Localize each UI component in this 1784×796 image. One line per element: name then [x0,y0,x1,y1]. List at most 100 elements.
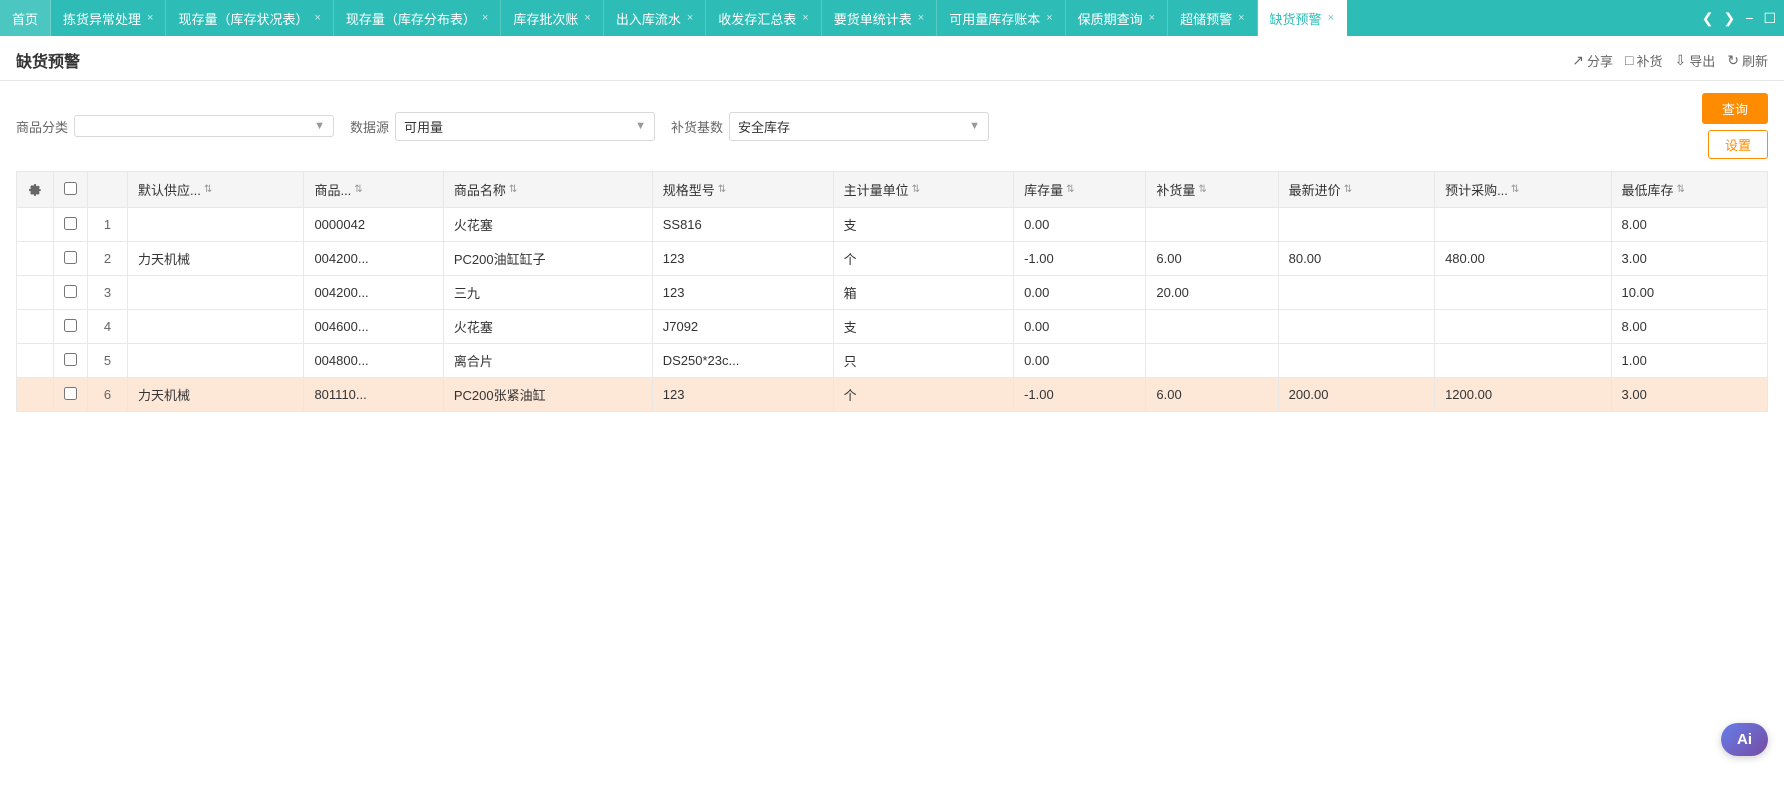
row-gear-cell [17,344,54,378]
main-content: 缺货预警 ↗ 分享 □ 补货 ⇩ 导出 ↻ 刷新 商品分类 [0,36,1784,796]
stock-sort[interactable]: 库存量 ⇅ [1024,180,1074,199]
tab-expiry[interactable]: 保质期查询 × [1066,0,1168,36]
col-product-code-header[interactable]: 商品... ⇅ [304,172,443,208]
tab-stock-status[interactable]: 现存量（库存状况表） × [166,0,333,36]
tab-available-close[interactable]: × [1046,12,1052,24]
tab-picking-close[interactable]: × [147,12,153,24]
replenish-base-filter-group: 补货基数 安全库存 ▼ [671,112,989,141]
replenish-base-arrow-icon: ▼ [969,120,980,132]
row-latest-price-3 [1278,310,1434,344]
tab-prev-button[interactable]: ❮ [1698,8,1718,29]
page-title: 缺货预警 [16,48,80,72]
col-min-stock-header[interactable]: 最低库存 ⇅ [1611,172,1767,208]
row-checkbox-cell[interactable] [54,310,88,344]
supplier-sort-icon: ⇅ [204,184,212,195]
datasource-select[interactable]: 可用量 ▼ [395,112,655,141]
share-button[interactable]: ↗ 分享 [1572,51,1613,70]
row-code-2: 004200... [304,276,443,310]
row-checkbox-cell[interactable] [54,344,88,378]
tab-inout-close[interactable]: × [687,12,693,24]
refresh-button[interactable]: ↻ 刷新 [1727,51,1768,70]
row-checkbox-1[interactable] [64,251,77,264]
tab-requisition-close[interactable]: × [918,12,924,24]
col-supplier-header[interactable]: 默认供应... ⇅ [128,172,304,208]
row-min-stock-2: 10.00 [1611,276,1767,310]
replenish-base-select[interactable]: 安全库存 ▼ [729,112,989,141]
est-purchase-sort[interactable]: 预计采购... ⇅ [1445,180,1519,199]
tab-available[interactable]: 可用量库存账本 × [937,0,1065,36]
export-button[interactable]: ⇩ 导出 [1675,51,1716,70]
category-select[interactable]: ▼ [74,115,334,137]
row-est-purchase-5: 1200.00 [1435,378,1611,412]
col-est-purchase-header[interactable]: 预计采购... ⇅ [1435,172,1611,208]
tab-stock-status-close[interactable]: × [314,12,320,24]
latest-price-sort[interactable]: 最新进价 ⇅ [1289,180,1352,199]
tab-shortage[interactable]: 缺货预警 × [1258,0,1347,36]
tab-minimize-button[interactable]: − [1741,8,1757,28]
row-code-5: 801110... [304,378,443,412]
tab-overstock-close[interactable]: × [1238,12,1244,24]
tab-summary-close[interactable]: × [802,12,808,24]
row-checkbox-cell[interactable] [54,378,88,412]
replenish-sort-icon: ⇅ [1198,184,1206,195]
tab-inout[interactable]: 出入库流水 × [604,0,706,36]
ai-badge[interactable]: Ai [1721,723,1768,756]
row-checkbox-cell[interactable] [54,208,88,242]
row-stock-4: 0.00 [1014,344,1146,378]
row-est-purchase-3 [1435,310,1611,344]
replenish-sort[interactable]: 补货量 ⇅ [1156,180,1206,199]
spec-sort[interactable]: 规格型号 ⇅ [663,180,726,199]
select-all-checkbox[interactable] [64,182,77,195]
tab-stock-dist-close[interactable]: × [482,12,488,24]
row-checkbox-cell[interactable] [54,276,88,310]
datasource-label: 数据源 [350,117,389,136]
col-product-name-header[interactable]: 商品名称 ⇅ [443,172,652,208]
row-checkbox-0[interactable] [64,217,77,230]
tab-overstock[interactable]: 超储预警 × [1168,0,1257,36]
supplier-sort[interactable]: 默认供应... ⇅ [138,180,212,199]
col-unit-header[interactable]: 主计量单位 ⇅ [833,172,1013,208]
col-checkbox-header[interactable] [54,172,88,208]
spec-sort-icon: ⇅ [718,184,726,195]
col-stock-header[interactable]: 库存量 ⇅ [1014,172,1146,208]
row-checkbox-cell[interactable] [54,242,88,276]
row-checkbox-4[interactable] [64,353,77,366]
min-stock-sort[interactable]: 最低库存 ⇅ [1622,180,1685,199]
product-name-sort[interactable]: 商品名称 ⇅ [454,180,517,199]
row-checkbox-2[interactable] [64,285,77,298]
row-latest-price-4 [1278,344,1434,378]
tab-batch-close[interactable]: × [584,12,590,24]
tab-shortage-close[interactable]: × [1328,12,1334,24]
settings-button[interactable]: 设置 [1708,130,1768,159]
unit-sort[interactable]: 主计量单位 ⇅ [844,180,920,199]
replenish-button[interactable]: □ 补货 [1625,51,1662,70]
query-button[interactable]: 查询 [1702,93,1768,124]
col-gear-header[interactable] [17,172,54,208]
category-arrow-icon: ▼ [314,120,325,132]
tab-summary[interactable]: 收发存汇总表 × [706,0,821,36]
col-spec-header[interactable]: 规格型号 ⇅ [652,172,833,208]
replenish-base-value: 安全库存 [738,117,790,136]
product-code-sort[interactable]: 商品... ⇅ [314,180,362,199]
tab-stock-dist[interactable]: 现存量（库存分布表） × [334,0,501,36]
tab-expiry-close[interactable]: × [1149,12,1155,24]
col-replenish-header[interactable]: 补货量 ⇅ [1146,172,1278,208]
row-stock-2: 0.00 [1014,276,1146,310]
row-name-5: PC200张紧油缸 [443,378,652,412]
tab-batch-label: 库存批次账 [513,9,578,28]
row-checkbox-5[interactable] [64,387,77,400]
col-latest-price-header[interactable]: 最新进价 ⇅ [1278,172,1434,208]
row-min-stock-4: 1.00 [1611,344,1767,378]
tab-requisition[interactable]: 要货单统计表 × [822,0,937,36]
replenish-label: 补货 [1636,51,1662,70]
tab-next-button[interactable]: ❯ [1720,8,1740,29]
row-est-purchase-0 [1435,208,1611,242]
row-checkbox-3[interactable] [64,319,77,332]
tab-home[interactable]: 首页 [0,0,51,36]
export-label: 导出 [1689,51,1715,70]
row-replenish-5: 6.00 [1146,378,1278,412]
tab-maximize-button[interactable]: ☐ [1759,8,1780,29]
tab-batch[interactable]: 库存批次账 × [501,0,603,36]
row-name-1: PC200油缸缸子 [443,242,652,276]
tab-picking[interactable]: 拣货异常处理 × [51,0,166,36]
